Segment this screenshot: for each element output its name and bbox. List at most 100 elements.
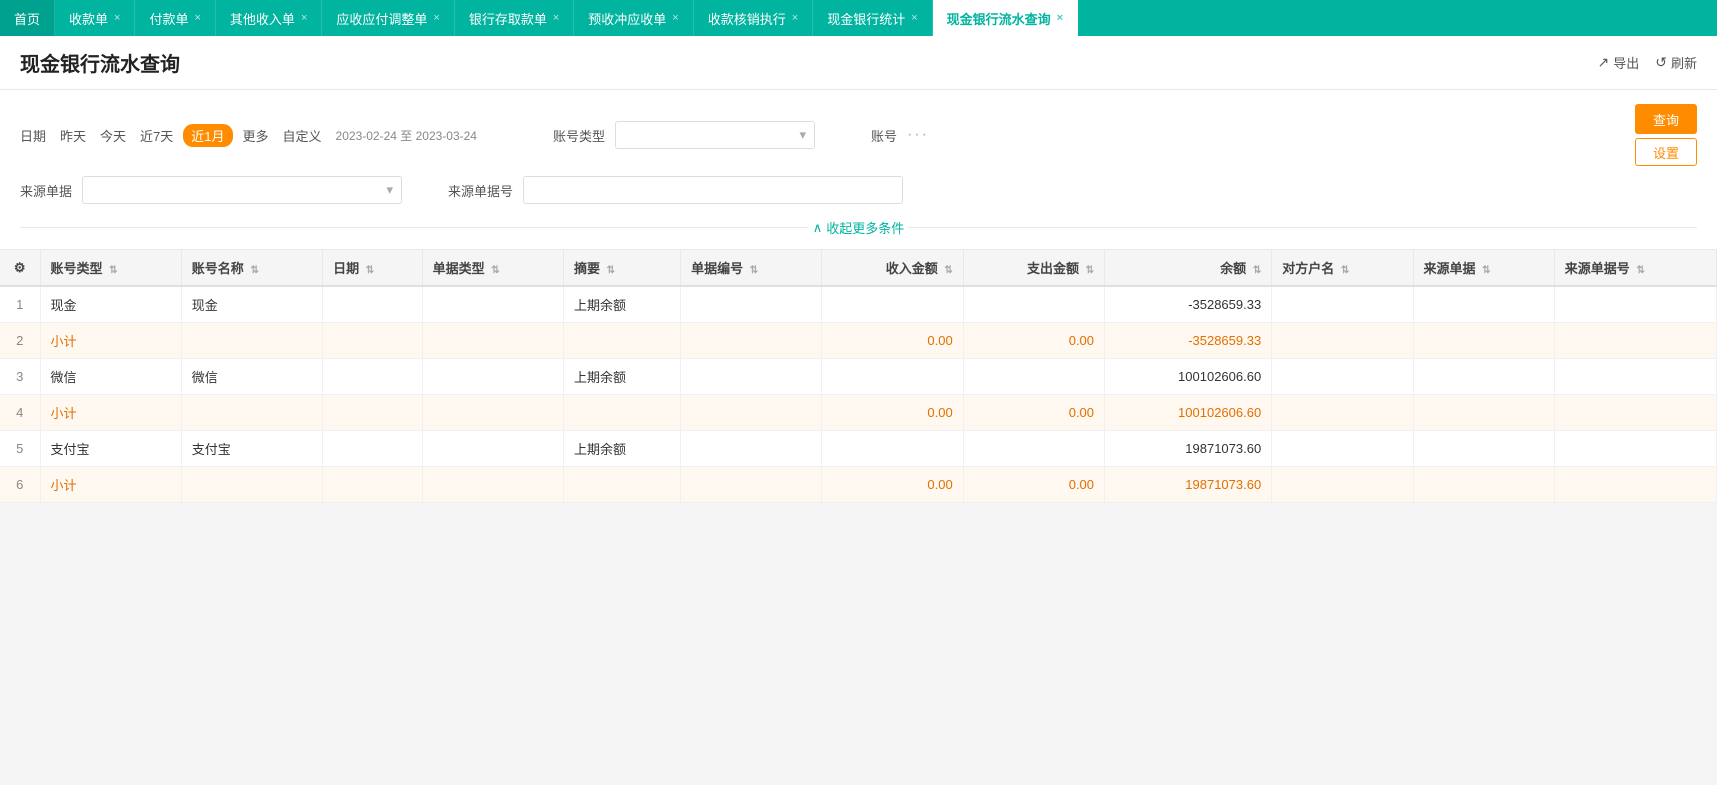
cell-expense: 0.00 <box>963 323 1104 359</box>
cell-source-doc <box>1413 359 1554 395</box>
close-icon[interactable]: × <box>911 12 917 24</box>
collapse-label[interactable]: 收起更多条件 <box>826 218 904 237</box>
sort-icon: ⇅ <box>491 265 499 276</box>
cell-expense: 0.00 <box>963 467 1104 503</box>
query-button[interactable]: 查询 <box>1635 104 1697 134</box>
cell-income <box>822 359 963 395</box>
acct-type-filter: 账号类型 ▾ <box>553 121 815 149</box>
cell-doc-no <box>681 359 822 395</box>
close-icon[interactable]: × <box>114 12 120 24</box>
date-opt-more[interactable]: 更多 <box>239 124 273 147</box>
source-doc-no-label: 来源单据号 <box>448 181 513 200</box>
collapse-bar[interactable]: ∧ 收起更多条件 <box>20 214 1697 241</box>
cell-acct-type: 支付宝 <box>40 431 181 467</box>
cell-income <box>822 431 963 467</box>
th-expense[interactable]: 支出金额 ⇅ <box>963 250 1104 286</box>
nav-tab-yingshouyingfu[interactable]: 应收应付调整单 × <box>322 0 454 36</box>
close-icon[interactable]: × <box>1057 12 1063 24</box>
cell-source-no <box>1554 286 1716 323</box>
acct-type-select[interactable]: ▾ <box>615 121 815 149</box>
refresh-button[interactable]: ↺ 刷新 <box>1655 53 1697 72</box>
th-acct-name[interactable]: 账号名称 ⇅ <box>181 250 322 286</box>
cell-doc-type <box>422 431 563 467</box>
nav-tab-xianjinyinhang[interactable]: 现金银行统计 × <box>813 0 932 36</box>
header-row: ⚙ 账号类型 ⇅ 账号名称 ⇅ 日期 ⇅ 单据类型 ⇅ <box>0 250 1717 286</box>
cell-acct-type: 小计 <box>40 323 181 359</box>
sort-icon: ⇅ <box>250 265 258 276</box>
row-number: 1 <box>0 286 40 323</box>
row-number: 5 <box>0 431 40 467</box>
cell-source-doc <box>1413 286 1554 323</box>
nav-tab-shoukuandan[interactable]: 收款单 × <box>55 0 135 36</box>
settings-button[interactable]: 设置 <box>1635 138 1697 166</box>
collapse-arrow-icon: ∧ <box>813 220 823 236</box>
divider-line <box>20 227 809 228</box>
cell-summary: 上期余额 <box>563 286 680 323</box>
export-button[interactable]: ↗ 导出 <box>1598 53 1640 72</box>
nav-tab-yushou[interactable]: 预收冲应收单 × <box>574 0 693 36</box>
cell-expense: 0.00 <box>963 395 1104 431</box>
close-icon[interactable]: × <box>553 12 559 24</box>
date-opt-today[interactable]: 今天 <box>96 124 130 147</box>
close-icon[interactable]: × <box>792 12 798 24</box>
date-opt-yesterday[interactable]: 昨天 <box>56 124 90 147</box>
close-icon[interactable]: × <box>433 12 439 24</box>
th-doc-no[interactable]: 单据编号 ⇅ <box>681 250 822 286</box>
th-counterparty[interactable]: 对方户名 ⇅ <box>1272 250 1413 286</box>
th-settings[interactable]: ⚙ <box>0 250 40 286</box>
cell-source-doc <box>1413 467 1554 503</box>
th-source-doc[interactable]: 来源单据 ⇅ <box>1413 250 1554 286</box>
th-income[interactable]: 收入金额 ⇅ <box>822 250 963 286</box>
nav-tab-liushui[interactable]: 现金银行流水查询 × <box>933 0 1078 36</box>
cell-balance: 19871073.60 <box>1105 467 1272 503</box>
cell-counterparty <box>1272 431 1413 467</box>
nav-home[interactable]: 首页 <box>0 0 55 36</box>
gear-icon: ⚙ <box>14 260 26 275</box>
th-doc-type[interactable]: 单据类型 ⇅ <box>422 250 563 286</box>
cell-source-no <box>1554 395 1716 431</box>
sort-icon: ⇅ <box>1636 265 1644 276</box>
source-doc-filter: 来源单据 ▾ <box>20 176 402 204</box>
cell-summary <box>563 467 680 503</box>
source-doc-no-input[interactable] <box>523 176 903 204</box>
cell-source-no <box>1554 323 1716 359</box>
cell-balance: 19871073.60 <box>1105 431 1272 467</box>
cell-summary: 上期余额 <box>563 359 680 395</box>
th-summary[interactable]: 摘要 ⇅ <box>563 250 680 286</box>
date-opt-1month[interactable]: 近1月 <box>183 124 232 147</box>
cell-summary <box>563 323 680 359</box>
close-icon[interactable]: × <box>672 12 678 24</box>
cell-source-no <box>1554 467 1716 503</box>
table-row: 4小计0.000.00100102606.60 <box>0 395 1717 431</box>
table-row: 1现金现金上期余额-3528659.33 <box>0 286 1717 323</box>
close-icon[interactable]: × <box>301 12 307 24</box>
account-dots[interactable]: ··· <box>907 126 929 144</box>
cell-income: 0.00 <box>822 395 963 431</box>
filter-row-1: 日期 昨天 今天 近7天 近1月 更多 自定义 2023-02-24 至 202… <box>20 104 1697 166</box>
export-icon: ↗ <box>1598 54 1610 71</box>
date-opt-custom[interactable]: 自定义 <box>279 124 326 147</box>
cell-balance: 100102606.60 <box>1105 359 1272 395</box>
cell-acct-type: 微信 <box>40 359 181 395</box>
cell-balance: -3528659.33 <box>1105 323 1272 359</box>
th-source-no[interactable]: 来源单据号 ⇅ <box>1554 250 1716 286</box>
divider-line <box>908 227 1697 228</box>
row-number: 2 <box>0 323 40 359</box>
close-icon[interactable]: × <box>194 12 200 24</box>
nav-tab-shoukuanhe[interactable]: 收款核销执行 × <box>694 0 813 36</box>
nav-tab-qitashouru[interactable]: 其他收入单 × <box>216 0 322 36</box>
date-opt-7days[interactable]: 近7天 <box>136 124 177 147</box>
cell-acct-type: 现金 <box>40 286 181 323</box>
cell-date <box>323 431 423 467</box>
nav-tab-yinhangcunqu[interactable]: 银行存取款单 × <box>455 0 574 36</box>
nav-tab-fukuandan[interactable]: 付款单 × <box>135 0 215 36</box>
sort-icon: ⇅ <box>1341 265 1349 276</box>
cell-counterparty <box>1272 359 1413 395</box>
th-date[interactable]: 日期 ⇅ <box>323 250 423 286</box>
cell-doc-no <box>681 323 822 359</box>
date-filter: 日期 昨天 今天 近7天 近1月 更多 自定义 2023-02-24 至 202… <box>20 124 477 147</box>
source-doc-select[interactable]: ▾ <box>82 176 402 204</box>
th-acct-type[interactable]: 账号类型 ⇅ <box>40 250 181 286</box>
th-balance[interactable]: 余额 ⇅ <box>1105 250 1272 286</box>
cell-expense <box>963 359 1104 395</box>
